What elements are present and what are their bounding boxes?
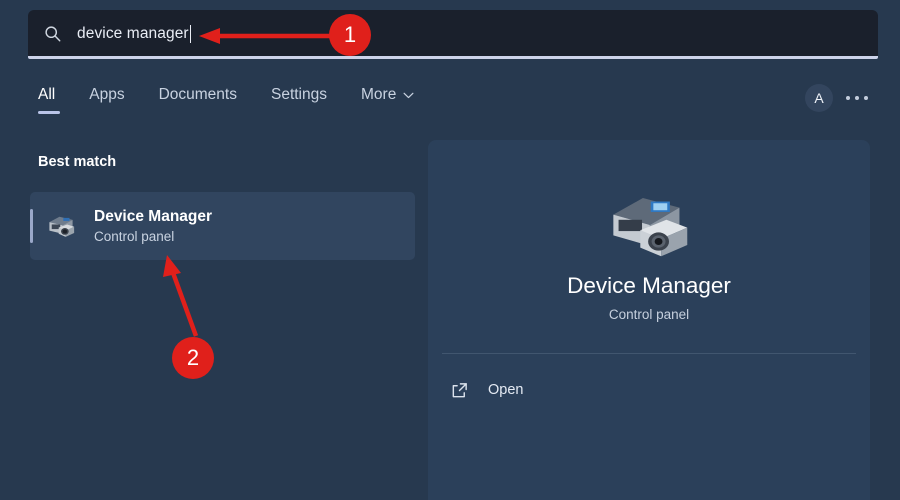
result-text-block: Device Manager Control panel [94, 208, 212, 244]
annotation-badge-1-label: 1 [344, 22, 356, 48]
annotation-badge-2: 2 [172, 337, 214, 379]
preview-subtitle: Control panel [428, 307, 870, 322]
divider [442, 353, 856, 354]
tab-apps-label: Apps [89, 86, 124, 103]
search-icon [44, 25, 61, 42]
annotation-badge-1: 1 [329, 14, 371, 56]
tab-apps[interactable]: Apps [89, 84, 142, 114]
open-external-icon [450, 381, 469, 400]
devices-printers-icon [601, 185, 697, 265]
tab-all-label: All [38, 86, 55, 103]
tab-more-label: More [361, 86, 396, 104]
result-title: Device Manager [94, 208, 212, 226]
tab-settings-label: Settings [271, 86, 327, 103]
result-item-device-manager[interactable]: Device Manager Control panel [30, 192, 415, 260]
tab-all[interactable]: All [38, 84, 73, 114]
open-action-button[interactable]: Open [450, 375, 523, 405]
ellipsis-dot [855, 96, 859, 100]
tab-settings[interactable]: Settings [271, 84, 345, 114]
ellipsis-dot [864, 96, 868, 100]
tab-active-indicator [38, 111, 60, 114]
annotation-arrow-2 [163, 255, 196, 336]
text-caret [190, 25, 191, 43]
best-match-heading: Best match [38, 154, 116, 170]
devices-printers-icon [44, 211, 78, 241]
chevron-down-icon [403, 92, 414, 99]
selection-indicator [30, 209, 33, 243]
tab-documents[interactable]: Documents [159, 84, 255, 114]
search-focus-underline [28, 56, 878, 59]
search-text-wrapper: device manager [77, 10, 191, 57]
account-avatar[interactable]: A [805, 84, 833, 112]
result-subtitle: Control panel [94, 229, 212, 244]
search-input-value: device manager [77, 25, 189, 43]
tab-documents-label: Documents [159, 86, 237, 103]
ellipsis-dot [846, 96, 850, 100]
open-action-label: Open [488, 382, 523, 398]
preview-panel: Device Manager Control panel Open [428, 140, 870, 500]
preview-title: Device Manager [428, 273, 870, 299]
filter-tabs: All Apps Documents Settings More [38, 84, 448, 114]
search-input[interactable]: device manager [28, 10, 878, 57]
tab-more[interactable]: More [361, 84, 432, 114]
ellipsis-icon[interactable] [846, 90, 868, 106]
avatar-initial: A [814, 90, 823, 106]
annotation-badge-2-label: 2 [187, 345, 199, 371]
